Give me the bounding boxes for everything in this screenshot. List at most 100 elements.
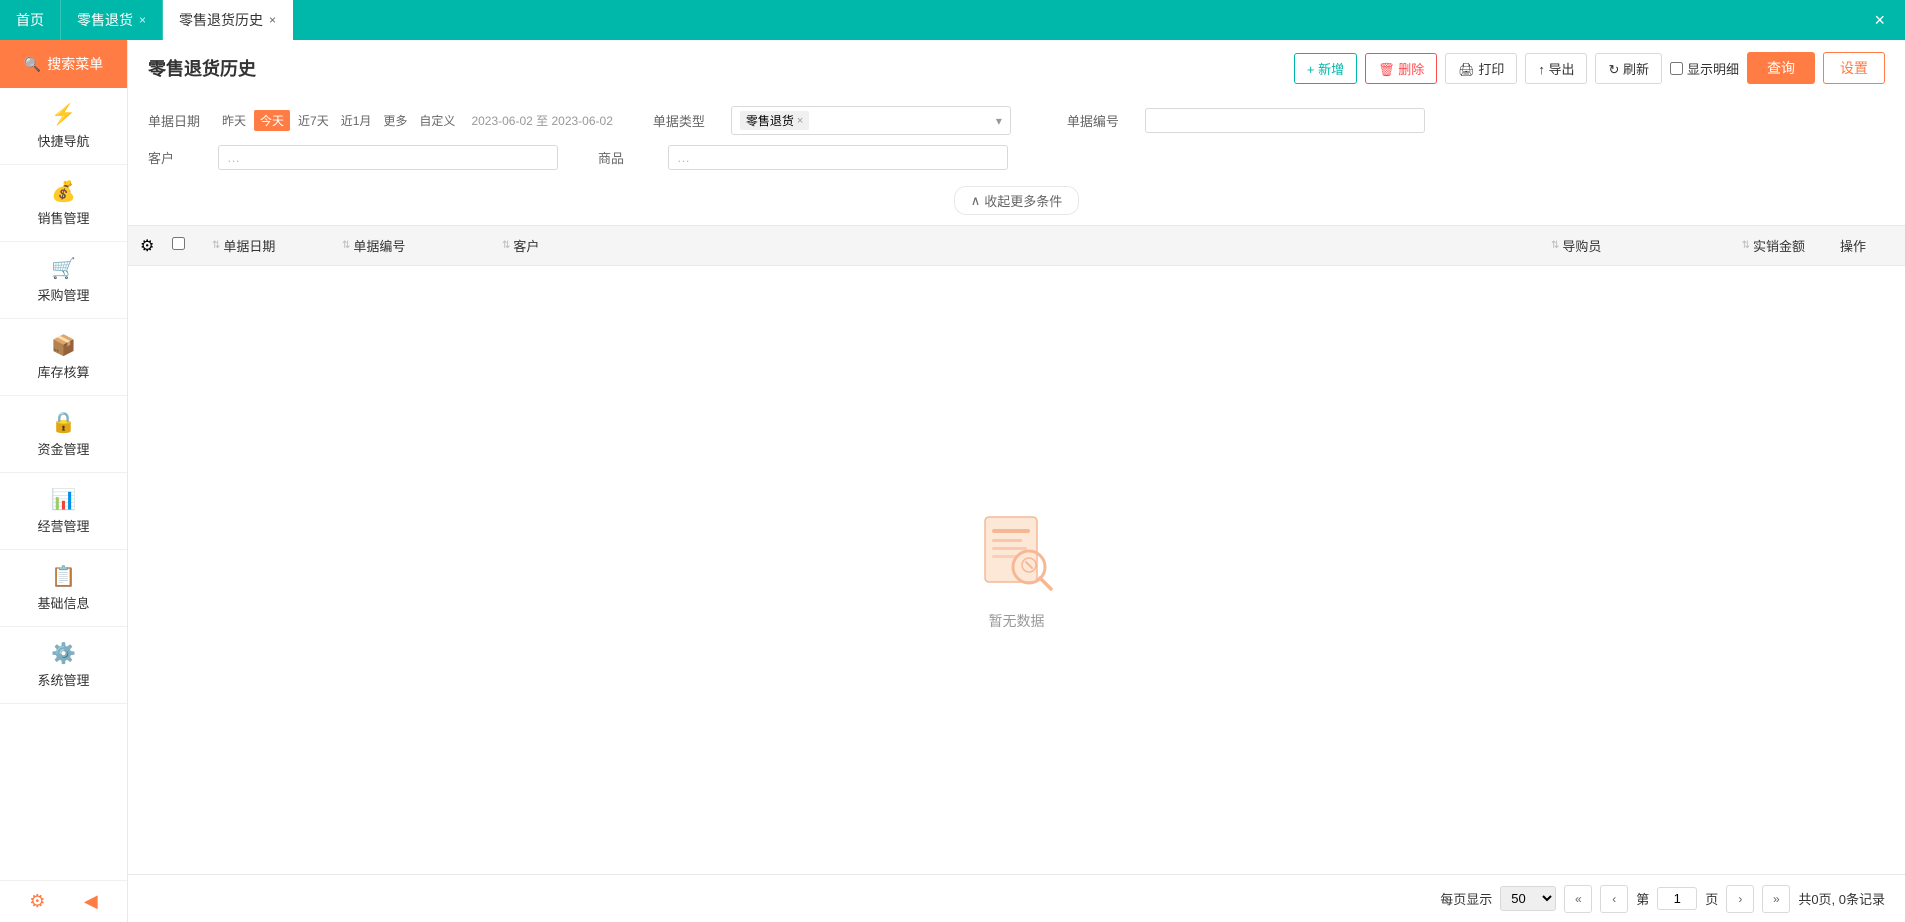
sidebar-bottom: ⚙ ◀ (0, 880, 127, 922)
tab-home[interactable]: 首页 (0, 0, 61, 40)
sidebar-search[interactable]: 🔍 搜索菜单 (0, 40, 127, 88)
collapse-button[interactable]: ∧ 收起更多条件 (954, 186, 1080, 215)
page-title-row: 零售退货历史 + 新增 🗑 删除 🖨 打印 ↑ 导出 ↻ 刷新 显示明细 查询 … (148, 52, 1885, 84)
empty-text: 暂无数据 (989, 611, 1045, 631)
bill-type-tag: 零售退货 × (740, 111, 809, 130)
date-range-text: 2023-06-02 至 2023-06-02 (471, 112, 612, 129)
tab-retail-return[interactable]: 零售退货 × (61, 0, 163, 40)
tab-retail-return-history[interactable]: 零售退货历史 × (163, 0, 293, 40)
top-bar-right: × (1866, 0, 1905, 40)
customer-filter-input[interactable]: … (218, 145, 558, 170)
table-body: 暂无数据 (128, 266, 1905, 874)
setting-button[interactable]: 设置 (1823, 52, 1885, 84)
sort-icon-customer[interactable]: ⇅ (502, 240, 510, 251)
sidebar-item-purchase[interactable]: 🛒 采购管理 (0, 242, 127, 319)
tab-retail-return-history-label: 零售退货历史 (179, 10, 263, 30)
main-layout: 🔍 搜索菜单 ⚡ 快捷导航 💰 销售管理 🛒 采购管理 📦 库存核算 🔒 资金管… (0, 40, 1905, 922)
sidebar-item-quick-nav[interactable]: ⚡ 快捷导航 (0, 88, 127, 165)
base-icon: 📋 (51, 564, 76, 589)
th-amount: ⇅ 实销金额 (1693, 236, 1813, 255)
th-date-label: 单据日期 (223, 236, 275, 255)
page-header: 零售退货历史 + 新增 🗑 删除 🖨 打印 ↑ 导出 ↻ 刷新 显示明细 查询 … (128, 40, 1905, 226)
empty-state: 暂无数据 (967, 509, 1067, 631)
settings-bottom-icon[interactable]: ⚙ (29, 891, 45, 912)
sidebar-item-operations[interactable]: 📊 经营管理 (0, 473, 127, 550)
sidebar-item-base[interactable]: 📋 基础信息 (0, 550, 127, 627)
query-button[interactable]: 查询 (1747, 52, 1815, 84)
collapse-up-icon: ∧ (971, 193, 981, 209)
tab-retail-return-close[interactable]: × (139, 13, 146, 27)
sidebar-item-system[interactable]: ⚙️ 系统管理 (0, 627, 127, 704)
date-btn-custom[interactable]: 自定义 (415, 110, 459, 131)
page-size-label: 每页显示 (1440, 889, 1492, 908)
tab-retail-return-history-close[interactable]: × (269, 13, 276, 27)
date-filter-label: 单据日期 (148, 111, 218, 130)
th-amount-label: 实销金额 (1753, 236, 1805, 255)
date-btn-7days[interactable]: 近7天 (294, 110, 333, 131)
page-title: 零售退货历史 (148, 55, 256, 81)
th-bill: ⇅ 单据编号 (334, 236, 494, 255)
tab-retail-return-label: 零售退货 (77, 10, 133, 30)
th-bill-label: 单据编号 (353, 236, 405, 255)
collapse-sidebar-icon[interactable]: ◀ (84, 891, 98, 912)
quick-nav-icon: ⚡ (51, 102, 76, 127)
sidebar-item-inventory-label: 库存核算 (37, 362, 89, 381)
last-page-button[interactable]: » (1762, 885, 1790, 913)
total-info: 共0页, 0条记录 (1798, 889, 1885, 908)
delete-button[interactable]: 🗑 删除 (1365, 53, 1437, 84)
table-container: ⚙ ⇅ 单据日期 ⇅ 单据编号 ⇅ 客户 ⇅ (128, 226, 1905, 922)
sidebar-item-purchase-label: 采购管理 (37, 285, 89, 304)
finance-icon: 🔒 (51, 410, 76, 435)
sidebar-item-sales[interactable]: 💰 销售管理 (0, 165, 127, 242)
sidebar-item-finance[interactable]: 🔒 资金管理 (0, 396, 127, 473)
th-action-label: 操作 (1840, 236, 1866, 255)
customer-filter-label: 客户 (148, 148, 218, 167)
show-detail-checkbox[interactable] (1670, 62, 1683, 75)
bill-type-tag-close[interactable]: × (797, 115, 803, 127)
pagination-bar: 每页显示 50 100 200 « ‹ 第 页 › » 共0页, 0条记录 (128, 874, 1905, 922)
th-settings[interactable]: ⚙ (140, 236, 172, 256)
sidebar-item-sales-label: 销售管理 (37, 208, 89, 227)
print-button[interactable]: 🖨 打印 (1445, 53, 1517, 84)
first-page-button[interactable]: « (1564, 885, 1592, 913)
th-check[interactable] (172, 237, 204, 255)
th-action: 操作 (1813, 236, 1893, 255)
date-filter-buttons: 昨天 今天 近7天 近1月 更多 自定义 2023-06-02 至 2023-0… (218, 110, 613, 131)
settings-col-icon[interactable]: ⚙ (140, 238, 154, 255)
date-btn-yesterday[interactable]: 昨天 (218, 110, 250, 131)
content-area: 零售退货历史 + 新增 🗑 删除 🖨 打印 ↑ 导出 ↻ 刷新 显示明细 查询 … (128, 40, 1905, 922)
date-btn-more[interactable]: 更多 (379, 110, 411, 131)
page-number-input[interactable] (1657, 887, 1697, 910)
th-guide-label: 导购员 (1562, 236, 1601, 255)
new-button[interactable]: + 新增 (1294, 53, 1357, 84)
sort-icon-guide[interactable]: ⇅ (1551, 240, 1559, 251)
export-button[interactable]: ↑ 导出 (1525, 53, 1587, 84)
refresh-button[interactable]: ↻ 刷新 (1595, 53, 1662, 84)
date-btn-1month[interactable]: 近1月 (337, 110, 376, 131)
sort-icon-date[interactable]: ⇅ (212, 240, 220, 251)
filter-area: 单据日期 昨天 今天 近7天 近1月 更多 自定义 2023-06-02 至 2… (148, 96, 1885, 225)
filter-row-date: 单据日期 昨天 今天 近7天 近1月 更多 自定义 2023-06-02 至 2… (148, 106, 1885, 135)
sort-icon-bill[interactable]: ⇅ (342, 240, 350, 251)
goods-filter-input[interactable]: … (668, 145, 1008, 170)
bill-no-input[interactable] (1145, 108, 1425, 133)
search-icon: 🔍 (24, 56, 41, 73)
th-guide: ⇅ 导购员 (1543, 236, 1693, 255)
date-btn-today[interactable]: 今天 (254, 110, 290, 131)
th-date: ⇅ 单据日期 (204, 236, 334, 255)
window-close-icon[interactable]: × (1866, 10, 1893, 31)
prev-page-button[interactable]: ‹ (1600, 885, 1628, 913)
bill-type-tag-label: 零售退货 (746, 112, 794, 129)
operations-icon: 📊 (51, 487, 76, 512)
page-size-select[interactable]: 50 100 200 (1500, 886, 1556, 911)
bill-type-chevron-icon: ▾ (996, 114, 1002, 128)
show-detail-checkbox-label[interactable]: 显示明细 (1670, 59, 1739, 78)
sort-icon-amount[interactable]: ⇅ (1742, 240, 1750, 251)
sidebar-item-system-label: 系统管理 (37, 670, 89, 689)
sidebar-item-inventory[interactable]: 📦 库存核算 (0, 319, 127, 396)
select-all-checkbox[interactable] (172, 237, 185, 250)
next-page-button[interactable]: › (1726, 885, 1754, 913)
th-customer-label: 客户 (513, 236, 539, 255)
sidebar: 🔍 搜索菜单 ⚡ 快捷导航 💰 销售管理 🛒 采购管理 📦 库存核算 🔒 资金管… (0, 40, 128, 922)
bill-type-select[interactable]: 零售退货 × ▾ (731, 106, 1011, 135)
